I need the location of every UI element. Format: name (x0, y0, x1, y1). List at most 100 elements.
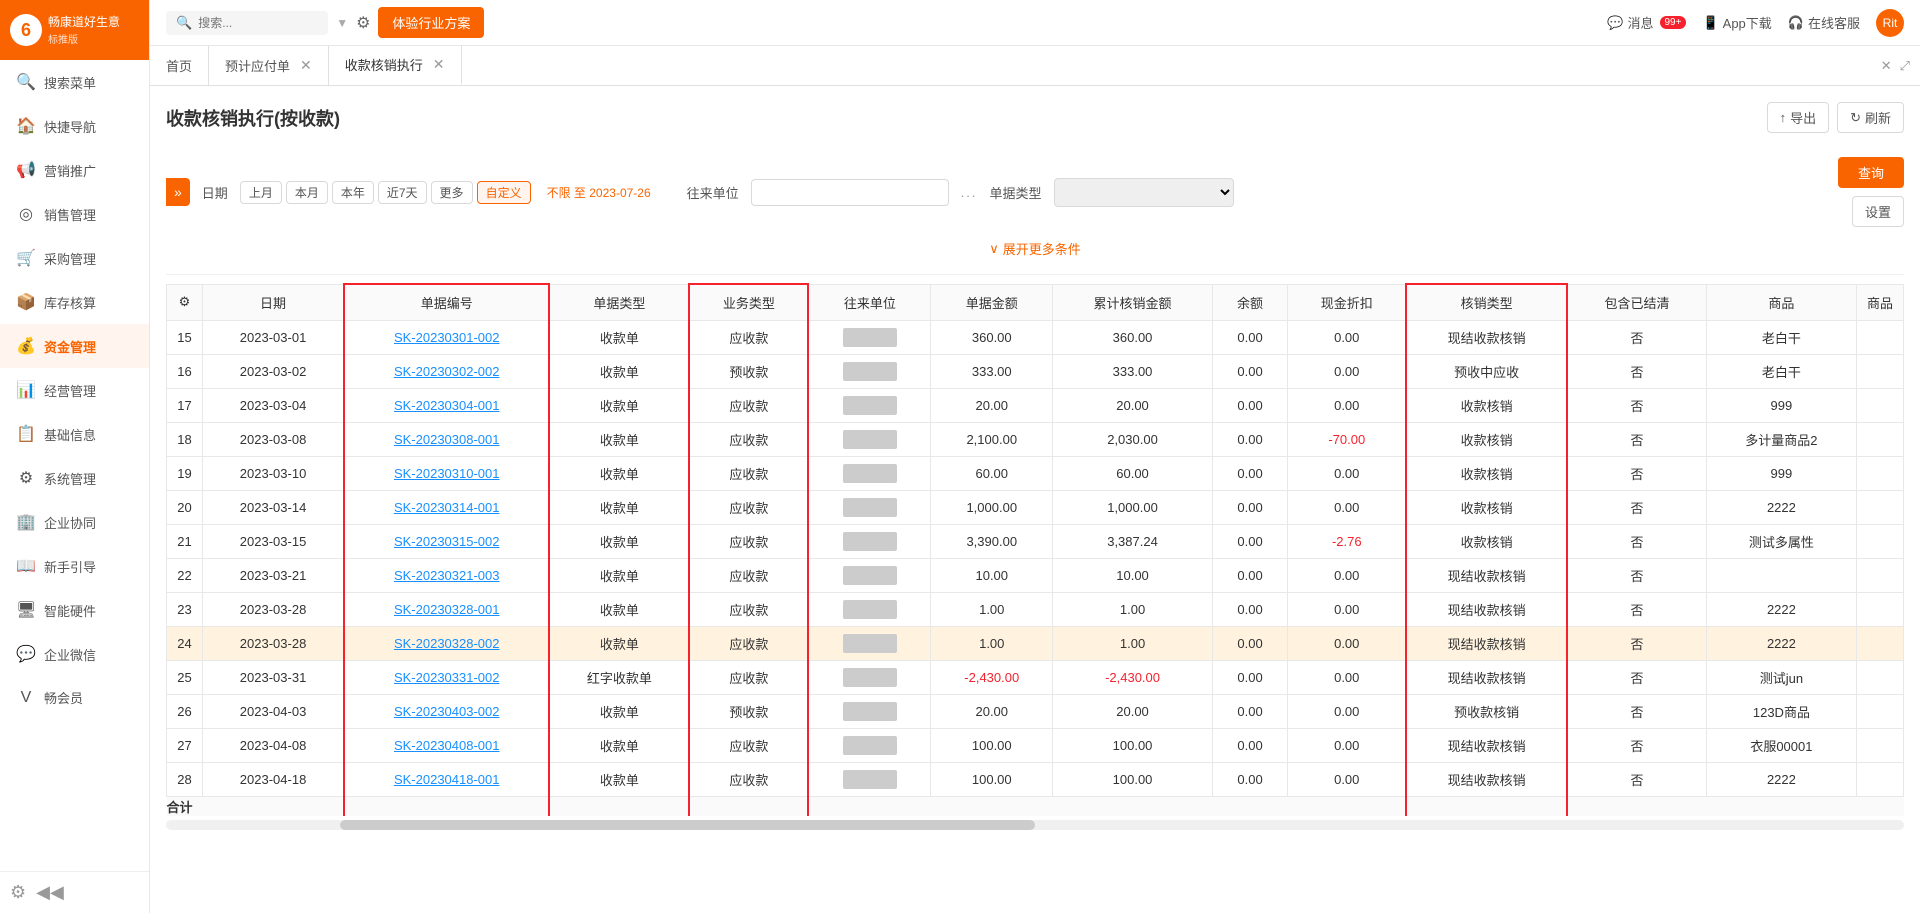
sidebar-item-marketing[interactable]: 📢营销推广 (0, 148, 149, 192)
sidebar-label-guide: 新手引导 (44, 557, 96, 576)
col-counterpart: 往来单位 (808, 284, 930, 321)
bill-no-link[interactable]: SK-20230302-002 (394, 364, 500, 379)
tab-home[interactable]: 首页 (150, 46, 209, 85)
cell-no: 27 (167, 729, 203, 763)
sidebar-item-search[interactable]: 🔍搜索菜单 (0, 60, 149, 104)
search-input[interactable] (198, 16, 318, 30)
sidebar-item-system[interactable]: ⚙系统管理 (0, 456, 149, 500)
sidebar-item-enterprise[interactable]: 🏢企业协同 (0, 500, 149, 544)
date-btn-7days[interactable]: 近7天 (378, 181, 427, 204)
tab-receivable[interactable]: 预计应付单 ✕ (209, 46, 329, 85)
table-row: 26 2023-04-03 SK-20230403-002 收款单 预收款 ██… (167, 695, 1904, 729)
data-table: ⚙ 日期 单据编号 单据类型 业务类型 往来单位 单据金额 累计核销金额 余额 … (166, 283, 1904, 816)
cell-counterpart: ██ (808, 763, 930, 797)
cell-verify-type: 现结收款核销 (1406, 321, 1567, 355)
sidebar-item-sales[interactable]: ◎销售管理 (0, 192, 149, 236)
tab-receivable-close[interactable]: ✕ (300, 57, 312, 74)
sidebar-item-operations[interactable]: 📊经营管理 (0, 368, 149, 412)
top-bar-dropdown[interactable]: ▼ (336, 16, 348, 30)
cell-balance: 0.00 (1212, 763, 1288, 797)
sidebar-item-wechat[interactable]: 💬企业微信 (0, 632, 149, 676)
filter-expand-button[interactable]: » (166, 178, 190, 206)
bill-no-link[interactable]: SK-20230328-002 (394, 636, 500, 651)
footer-balance (1212, 797, 1288, 817)
sidebar-label-quick-nav: 快捷导航 (44, 117, 96, 136)
cell-goods2 (1856, 355, 1903, 389)
bill-no-link[interactable]: SK-20230315-002 (394, 534, 500, 549)
sidebar-item-inventory[interactable]: 📦库存核算 (0, 280, 149, 324)
setting-button[interactable]: 设置 (1852, 196, 1904, 227)
app-download-item[interactable]: 📱 App下载 (1702, 13, 1771, 32)
close-icon[interactable]: ✕ (1881, 58, 1892, 74)
bill-no-link[interactable]: SK-20230328-001 (394, 602, 500, 617)
table-row: 15 2023-03-01 SK-20230301-002 收款单 应收款 ██… (167, 321, 1904, 355)
cell-date: 2023-04-03 (203, 695, 345, 729)
date-btn-this-year[interactable]: 本年 (332, 181, 374, 204)
cell-counterpart: ██ (808, 559, 930, 593)
receipt-type-select[interactable] (1054, 178, 1234, 207)
sidebar-item-purchase[interactable]: 🛒采购管理 (0, 236, 149, 280)
query-button[interactable]: 查询 (1838, 157, 1904, 188)
sidebar-item-quick-nav[interactable]: 🏠快捷导航 (0, 104, 149, 148)
bill-no-link[interactable]: SK-20230304-001 (394, 398, 500, 413)
gear-icon[interactable]: ⚙ (356, 13, 370, 33)
cell-amount: 60.00 (931, 457, 1053, 491)
col-verify-type: 核销类型 (1406, 284, 1567, 321)
horizontal-scrollbar[interactable] (166, 820, 1904, 830)
date-btn-custom[interactable]: 自定义 (477, 181, 531, 204)
export-button[interactable]: ↑ 导出 (1767, 102, 1830, 133)
expand-more[interactable]: ∨ 展开更多条件 (166, 235, 1904, 262)
col-date: 日期 (203, 284, 345, 321)
online-support-item[interactable]: 🎧 在线客服 (1788, 13, 1860, 32)
cell-cash-disc: 0.00 (1288, 491, 1406, 525)
bill-no-link[interactable]: SK-20230308-001 (394, 432, 500, 447)
cell-bill-type: 收款单 (549, 559, 689, 593)
bill-no-link[interactable]: SK-20230321-003 (394, 568, 500, 583)
bill-no-link[interactable]: SK-20230418-001 (394, 772, 500, 787)
cell-bill-no: SK-20230308-001 (344, 423, 549, 457)
refresh-button[interactable]: ↻ 刷新 (1837, 102, 1904, 133)
message-item[interactable]: 💬 消息 99+ (1607, 13, 1686, 32)
cell-amount: 360.00 (931, 321, 1053, 355)
cell-counterpart: ██ (808, 729, 930, 763)
col-goods1: 商品 (1706, 284, 1856, 321)
solution-button[interactable]: 体验行业方案 (378, 7, 484, 38)
bill-no-link[interactable]: SK-20230301-002 (394, 330, 500, 345)
bill-no-link[interactable]: SK-20230408-001 (394, 738, 500, 753)
date-btn-last-month[interactable]: 上月 (240, 181, 282, 204)
col-settings[interactable]: ⚙ (167, 284, 203, 321)
bill-no-link[interactable]: SK-20230403-002 (394, 704, 500, 719)
date-btn-this-month[interactable]: 本月 (286, 181, 328, 204)
sidebar-settings-icon[interactable]: ⚙ (10, 882, 26, 903)
date-btn-more[interactable]: 更多 (431, 181, 473, 204)
sidebar-item-vip[interactable]: V畅会员 (0, 676, 149, 719)
sidebar-item-guide[interactable]: 📖新手引导 (0, 544, 149, 588)
cell-amount: 333.00 (931, 355, 1053, 389)
bill-no-link[interactable]: SK-20230331-002 (394, 670, 500, 685)
cell-goods2 (1856, 661, 1903, 695)
scrollbar-thumb[interactable] (340, 820, 1035, 830)
bill-no-link[interactable]: SK-20230310-001 (394, 466, 500, 481)
sidebar-label-hardware: 智能硬件 (44, 601, 96, 620)
tab-verify-close[interactable]: ✕ (433, 56, 445, 73)
user-avatar[interactable]: Rit (1876, 9, 1904, 37)
cell-cash-disc: 0.00 (1288, 593, 1406, 627)
sidebar-item-hardware[interactable]: 🖥智能硬件 (0, 588, 149, 632)
logo-text: 畅康道好生意 (48, 14, 120, 31)
counterpart-input[interactable] (751, 179, 949, 206)
tab-verify[interactable]: 收款核销执行 ✕ (329, 46, 462, 85)
inventory-icon: 📦 (16, 292, 36, 312)
cell-cash-disc: -2.76 (1288, 525, 1406, 559)
expand-icon[interactable]: ⤢ (1900, 58, 1910, 74)
sidebar-label-sales: 销售管理 (44, 205, 96, 224)
basic-icon: 📋 (16, 424, 36, 444)
col-biz-type: 业务类型 (689, 284, 808, 321)
sidebar-collapse-icon[interactable]: ◀◀ (36, 882, 64, 903)
table-row: 24 2023-03-28 SK-20230328-002 收款单 应收款 ██… (167, 627, 1904, 661)
sidebar-item-finance[interactable]: 💰资金管理 (0, 324, 149, 368)
tab-controls: ✕ ⤢ (1871, 46, 1920, 85)
cell-date: 2023-03-04 (203, 389, 345, 423)
footer-label: 合计 (167, 797, 345, 817)
sidebar-item-basic[interactable]: 📋基础信息 (0, 412, 149, 456)
bill-no-link[interactable]: SK-20230314-001 (394, 500, 500, 515)
